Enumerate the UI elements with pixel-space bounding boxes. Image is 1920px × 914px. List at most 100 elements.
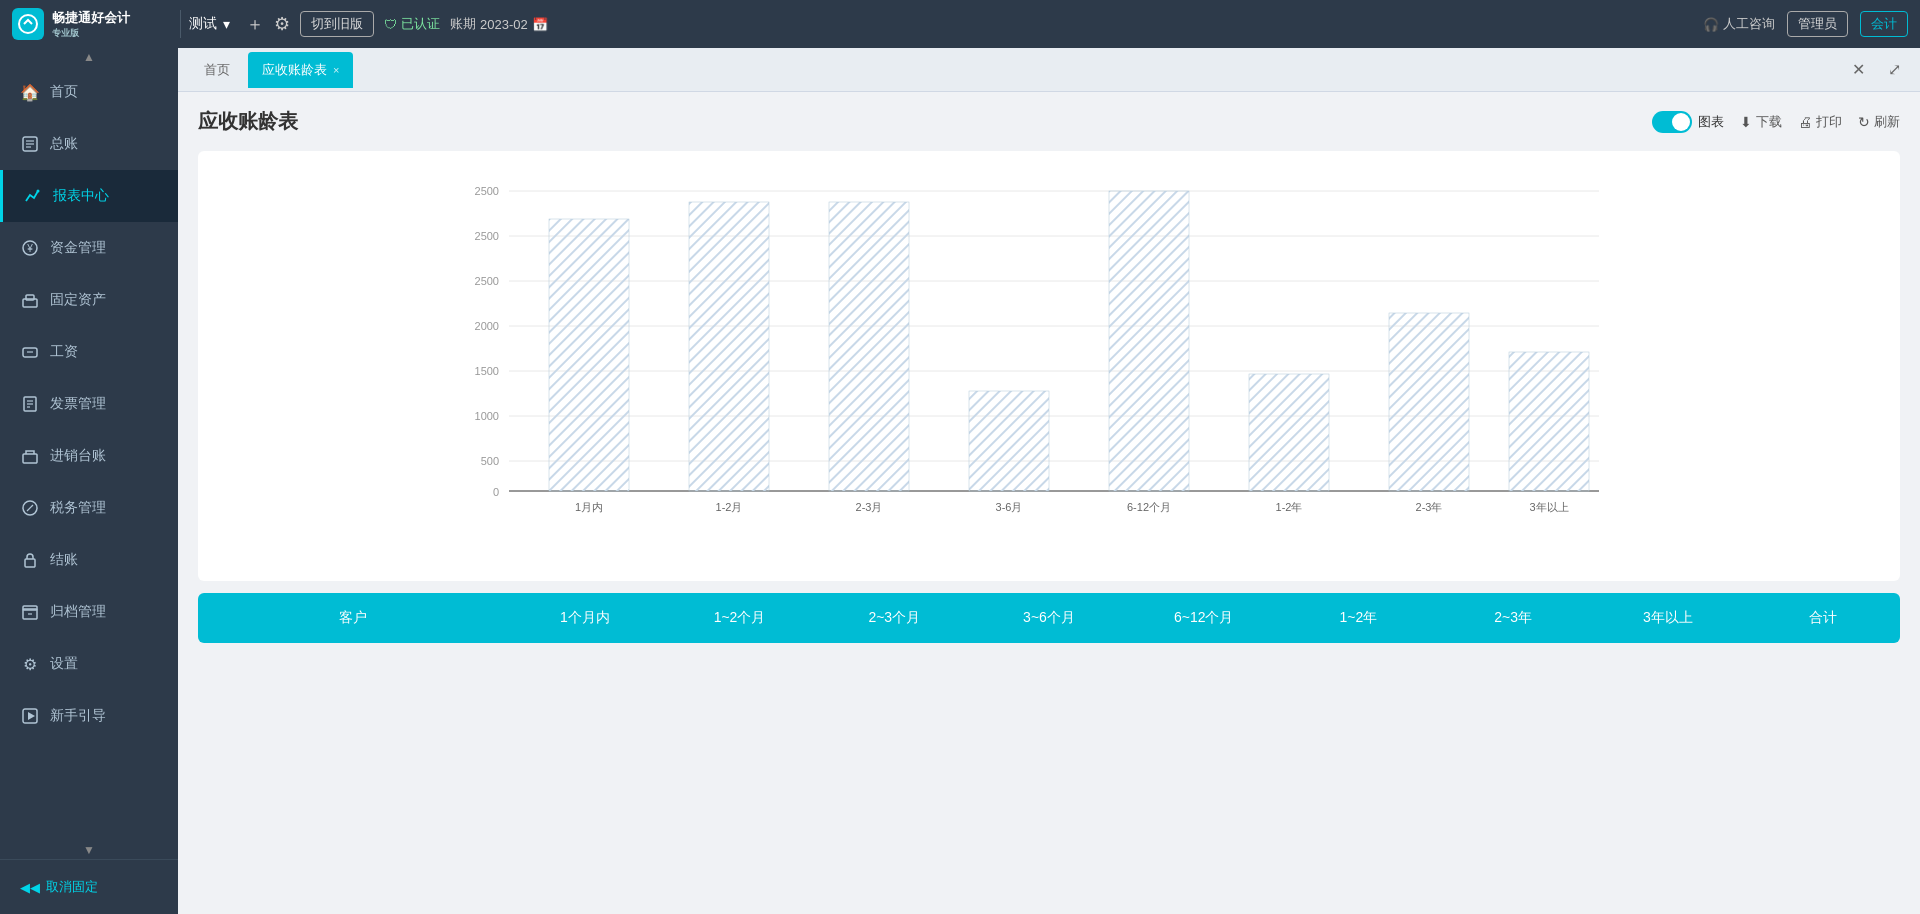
logo-sub: 专业版 bbox=[52, 27, 130, 40]
sidebar-item-inventory[interactable]: 进销台账 bbox=[0, 430, 178, 482]
sidebar-item-archive[interactable]: 归档管理 bbox=[0, 586, 178, 638]
table-header: 客户 1个月内 1~2个月 2~3个月 3~6个月 6~12个月 1~2年 2~… bbox=[198, 593, 1900, 643]
add-button[interactable]: ＋ bbox=[246, 12, 264, 36]
period-label: 账期 bbox=[450, 15, 476, 33]
sidebar-label-guide: 新手引导 bbox=[50, 707, 106, 725]
download-button[interactable]: ⬇ 下载 bbox=[1740, 113, 1782, 131]
sidebar-item-invoice[interactable]: 发票管理 bbox=[0, 378, 178, 430]
unpin-button[interactable]: ◀◀ 取消固定 bbox=[0, 870, 178, 904]
refresh-icon: ↻ bbox=[1858, 114, 1870, 130]
reports-icon bbox=[23, 186, 43, 206]
sidebar-label-closing: 结账 bbox=[50, 551, 78, 569]
logo-main: 畅捷通好会计 bbox=[52, 9, 130, 27]
svg-text:1月内: 1月内 bbox=[575, 501, 603, 513]
page-header: 应收账龄表 图表 ⬇ 下载 🖨 打印 ↻ bbox=[198, 108, 1900, 135]
svg-text:2500: 2500 bbox=[475, 230, 499, 242]
sidebar-label-salary: 工资 bbox=[50, 343, 78, 361]
tab-close-button[interactable]: ✕ bbox=[1844, 56, 1872, 84]
sidebar-item-salary[interactable]: 工资 bbox=[0, 326, 178, 378]
sidebar-label-settings: 设置 bbox=[50, 655, 78, 673]
table-header-6-12m: 6~12个月 bbox=[1126, 593, 1281, 643]
calendar-icon[interactable]: 📅 bbox=[532, 17, 548, 32]
main-layout: ▲ 🏠 首页 总账 报表中心 ¥ 资金 bbox=[0, 48, 1920, 914]
tab-close-icon[interactable]: × bbox=[333, 64, 339, 76]
sidebar-item-home[interactable]: 🏠 首页 bbox=[0, 66, 178, 118]
svg-text:3-6月: 3-6月 bbox=[996, 501, 1023, 513]
funds-icon: ¥ bbox=[20, 238, 40, 258]
sidebar: ▲ 🏠 首页 总账 报表中心 ¥ 资金 bbox=[0, 48, 178, 914]
refresh-button[interactable]: ↻ 刷新 bbox=[1858, 113, 1900, 131]
sidebar-nav: 🏠 首页 总账 报表中心 ¥ 资金管理 bbox=[0, 66, 178, 841]
sidebar-label-tax: 税务管理 bbox=[50, 499, 106, 517]
svg-point-0 bbox=[19, 15, 37, 33]
service-label: 人工咨询 bbox=[1723, 15, 1775, 33]
sidebar-item-ledger[interactable]: 总账 bbox=[0, 118, 178, 170]
download-icon: ⬇ bbox=[1740, 114, 1752, 130]
page-content: 应收账龄表 图表 ⬇ 下载 🖨 打印 ↻ bbox=[178, 92, 1920, 914]
bar-1-2月 bbox=[689, 202, 769, 491]
tab-home[interactable]: 首页 bbox=[190, 52, 244, 88]
topbar-right: 🎧 人工咨询 管理员 会计 bbox=[1703, 11, 1908, 37]
chart-toggle[interactable] bbox=[1652, 111, 1692, 133]
switch-version-button[interactable]: 切到旧版 bbox=[300, 11, 374, 37]
pin-label: 取消固定 bbox=[46, 878, 98, 896]
bar-2-3月 bbox=[829, 202, 909, 491]
topbar: 畅捷通好会计 专业版 测试 ▾ ＋ ⚙ 切到旧版 🛡 已认证 账期 2023-0… bbox=[0, 0, 1920, 48]
sidebar-item-assets[interactable]: 固定资产 bbox=[0, 274, 178, 326]
tab-bar: 首页 应收账龄表 × ✕ ⤢ bbox=[178, 48, 1920, 92]
assets-icon bbox=[20, 290, 40, 310]
sidebar-item-closing[interactable]: 结账 bbox=[0, 534, 178, 586]
manager-role-button[interactable]: 管理员 bbox=[1787, 11, 1848, 37]
bar-2-3年 bbox=[1389, 313, 1469, 491]
tab-bar-actions: ✕ ⤢ bbox=[1844, 56, 1908, 84]
sidebar-item-settings[interactable]: ⚙ 设置 bbox=[0, 638, 178, 690]
chart-container: 2500 2500 2500 2000 1500 1000 500 0 bbox=[198, 151, 1900, 581]
period-value: 2023-02 bbox=[480, 17, 528, 32]
chevron-down-icon: ▾ bbox=[223, 16, 230, 32]
svg-text:0: 0 bbox=[493, 486, 499, 498]
certified-badge: 🛡 已认证 bbox=[384, 15, 440, 33]
workspace-name: 测试 bbox=[189, 15, 217, 33]
sidebar-label-inventory: 进销台账 bbox=[50, 447, 106, 465]
svg-text:2-3年: 2-3年 bbox=[1416, 501, 1443, 513]
print-button[interactable]: 🖨 打印 bbox=[1798, 113, 1842, 131]
sidebar-item-funds[interactable]: ¥ 资金管理 bbox=[0, 222, 178, 274]
sidebar-scroll-down[interactable]: ▼ bbox=[0, 841, 178, 859]
svg-marker-24 bbox=[28, 712, 35, 720]
table-container: 客户 1个月内 1~2个月 2~3个月 3~6个月 6~12个月 1~2年 2~… bbox=[198, 593, 1900, 643]
tax-icon bbox=[20, 498, 40, 518]
accountant-role-button[interactable]: 会计 bbox=[1860, 11, 1908, 37]
tab-expand-button[interactable]: ⤢ bbox=[1880, 56, 1908, 84]
download-label: 下载 bbox=[1756, 113, 1782, 131]
svg-rect-9 bbox=[26, 295, 34, 300]
table-header-1m: 1个月内 bbox=[507, 593, 662, 643]
page-title: 应收账龄表 bbox=[198, 108, 298, 135]
closing-icon bbox=[20, 550, 40, 570]
svg-text:3年以上: 3年以上 bbox=[1529, 501, 1568, 513]
table-header-1-2y: 1~2年 bbox=[1281, 593, 1436, 643]
inventory-icon bbox=[20, 446, 40, 466]
logo-text: 畅捷通好会计 专业版 bbox=[52, 9, 130, 40]
salary-icon bbox=[20, 342, 40, 362]
topbar-divider bbox=[180, 10, 181, 38]
bar-3-6月 bbox=[969, 391, 1049, 491]
sidebar-scroll-up[interactable]: ▲ bbox=[0, 48, 178, 66]
settings-icon[interactable]: ⚙ bbox=[274, 13, 290, 35]
svg-text:1-2年: 1-2年 bbox=[1276, 501, 1303, 513]
guide-icon bbox=[20, 706, 40, 726]
archive-icon bbox=[20, 602, 40, 622]
svg-rect-16 bbox=[23, 454, 37, 463]
workspace-selector[interactable]: 测试 ▾ bbox=[189, 15, 230, 33]
bar-3年以上 bbox=[1509, 352, 1589, 491]
table-header-total: 合计 bbox=[1745, 593, 1900, 643]
sidebar-item-reports[interactable]: 报表中心 bbox=[0, 170, 178, 222]
sidebar-item-guide[interactable]: 新手引导 bbox=[0, 690, 178, 742]
svg-text:1-2月: 1-2月 bbox=[716, 501, 743, 513]
bar-1月内 bbox=[549, 219, 629, 491]
service-button[interactable]: 🎧 人工咨询 bbox=[1703, 15, 1775, 33]
sidebar-item-tax[interactable]: 税务管理 bbox=[0, 482, 178, 534]
svg-text:500: 500 bbox=[481, 455, 499, 467]
sidebar-label-assets: 固定资产 bbox=[50, 291, 106, 309]
tab-aging-report[interactable]: 应收账龄表 × bbox=[248, 52, 353, 88]
page-actions: 图表 ⬇ 下载 🖨 打印 ↻ 刷新 bbox=[1652, 111, 1900, 133]
